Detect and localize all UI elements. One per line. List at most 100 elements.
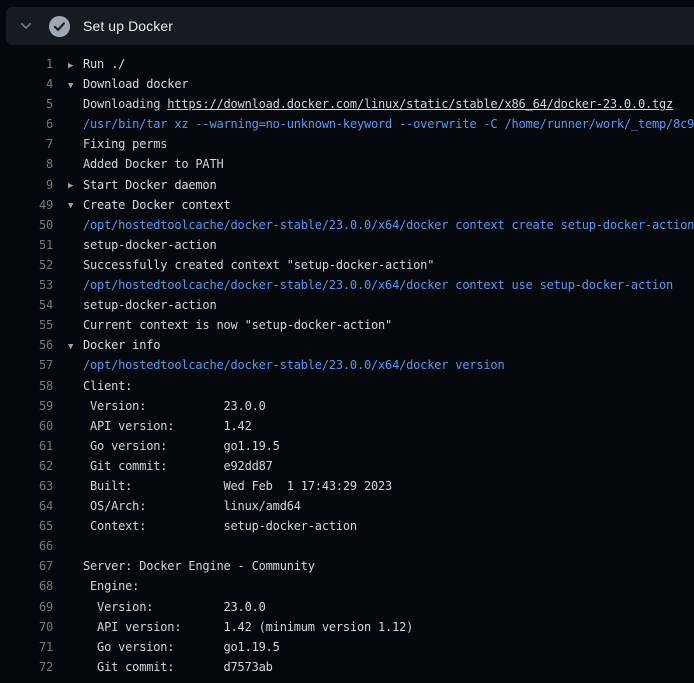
line-number[interactable]: 61	[0, 436, 53, 456]
line-number[interactable]: 62	[0, 456, 53, 476]
line-number[interactable]: 49	[0, 195, 53, 215]
log-text: Downloading https://download.docker.com/…	[53, 94, 673, 114]
line-number[interactable]: 72	[0, 657, 53, 677]
line-number[interactable]: 63	[0, 476, 53, 496]
log-text	[53, 536, 83, 556]
line-number[interactable]: 54	[0, 295, 53, 315]
log-row: 51setup-docker-action	[0, 235, 694, 255]
line-number[interactable]: 68	[0, 576, 53, 596]
line-number[interactable]: 57	[0, 355, 53, 375]
log-row: 58Client:	[0, 376, 694, 396]
log-text: Version: 23.0.0	[53, 396, 266, 416]
collapse-triangle-icon[interactable]: ▼	[68, 196, 78, 215]
log-row: 64 OS/Arch: linux/amd64	[0, 496, 694, 516]
check-circle-icon	[48, 15, 71, 38]
command-text: /opt/hostedtoolcache/docker-stable/23.0.…	[53, 275, 673, 295]
log-text: Engine:	[53, 576, 139, 596]
line-number[interactable]: 70	[0, 617, 53, 637]
group-label: Start Docker daemon	[83, 178, 216, 192]
log-text: Built: Wed Feb 1 17:43:29 2023	[53, 476, 392, 496]
log-group-row[interactable]: 49 ▼ Create Docker context	[0, 195, 694, 215]
line-number[interactable]: 53	[0, 275, 53, 295]
line-number[interactable]: 6	[0, 114, 53, 134]
log-text: ▶ Run ./	[53, 54, 125, 74]
log-row: 60 API version: 1.42	[0, 416, 694, 436]
group-label: Create Docker context	[83, 198, 231, 212]
log-text: setup-docker-action	[53, 295, 216, 315]
log-text: Server: Docker Engine - Community	[53, 556, 315, 576]
log-text: Added Docker to PATH	[53, 154, 224, 174]
log-group-row[interactable]: 56 ▼ Docker info	[0, 335, 694, 355]
line-number[interactable]: 66	[0, 536, 53, 556]
log-text: Current context is now "setup-docker-act…	[53, 315, 392, 335]
log-row: 62 Git commit: e92dd87	[0, 456, 694, 476]
line-number[interactable]: 59	[0, 396, 53, 416]
log-text: Git commit: e92dd87	[53, 456, 273, 476]
log-row: 69 Version: 23.0.0	[0, 597, 694, 617]
log-link[interactable]: https://download.docker.com/linux/static…	[167, 97, 673, 111]
collapse-triangle-icon[interactable]: ▼	[68, 337, 78, 356]
line-number[interactable]: 7	[0, 134, 53, 154]
line-number[interactable]: 56	[0, 335, 53, 355]
log-group-row[interactable]: 4 ▼ Download docker	[0, 74, 694, 94]
line-number[interactable]: 4	[0, 74, 53, 94]
log-text: ▼ Download docker	[53, 74, 188, 94]
log-row: 66	[0, 536, 694, 556]
line-number[interactable]: 5	[0, 94, 53, 114]
line-number[interactable]: 50	[0, 215, 53, 235]
command-text: /opt/hostedtoolcache/docker-stable/23.0.…	[53, 355, 504, 375]
log-row: 57/opt/hostedtoolcache/docker-stable/23.…	[0, 355, 694, 375]
log-text: Version: 23.0.0	[53, 597, 266, 617]
log-text: Successfully created context "setup-dock…	[53, 255, 434, 275]
log-row: 5Downloading https://download.docker.com…	[0, 94, 694, 114]
log-row: 50/opt/hostedtoolcache/docker-stable/23.…	[0, 215, 694, 235]
group-label: Download docker	[83, 77, 188, 91]
group-label: Docker info	[83, 338, 160, 352]
log-text: Fixing perms	[53, 134, 167, 154]
line-number[interactable]: 1	[0, 54, 53, 74]
line-number[interactable]: 65	[0, 516, 53, 536]
log-text: Go version: go1.19.5	[53, 637, 280, 657]
log-row: 68 Engine:	[0, 576, 694, 596]
expand-triangle-icon[interactable]: ▶	[68, 176, 78, 195]
line-number[interactable]: 69	[0, 597, 53, 617]
line-number[interactable]: 71	[0, 637, 53, 657]
log-row: 71 Go version: go1.19.5	[0, 637, 694, 657]
log-row: 59 Version: 23.0.0	[0, 396, 694, 416]
log-row: 67Server: Docker Engine - Community	[0, 556, 694, 576]
line-number[interactable]: 51	[0, 235, 53, 255]
command-text: /opt/hostedtoolcache/docker-stable/23.0.…	[53, 215, 694, 235]
line-number[interactable]: 9	[0, 175, 53, 195]
log-row: 72 Git commit: d7573ab	[0, 657, 694, 677]
collapse-triangle-icon[interactable]: ▼	[68, 76, 78, 95]
group-label: Run ./	[83, 57, 125, 71]
collapse-step-button[interactable]	[14, 14, 38, 38]
line-number[interactable]: 58	[0, 376, 53, 396]
log-row: 8Added Docker to PATH	[0, 154, 694, 174]
log-row: 7Fixing perms	[0, 134, 694, 154]
log-row: 65 Context: setup-docker-action	[0, 516, 694, 536]
step-title: Set up Docker	[83, 18, 173, 34]
step-header-bar[interactable]: Set up Docker	[6, 7, 694, 45]
log-row: 70 API version: 1.42 (minimum version 1.…	[0, 617, 694, 637]
log-text: ▶ Start Docker daemon	[53, 175, 216, 195]
log-text: OS/Arch: linux/amd64	[53, 496, 301, 516]
log-group-row[interactable]: 9 ▶ Start Docker daemon	[0, 175, 694, 195]
line-number[interactable]: 67	[0, 556, 53, 576]
log-group-row[interactable]: 1 ▶ Run ./	[0, 54, 694, 74]
line-number[interactable]: 52	[0, 255, 53, 275]
line-number[interactable]: 8	[0, 154, 53, 174]
line-number[interactable]: 60	[0, 416, 53, 436]
log-text: Context: setup-docker-action	[53, 516, 357, 536]
log-text: Git commit: d7573ab	[53, 657, 273, 677]
line-number[interactable]: 55	[0, 315, 53, 335]
log-row: 55Current context is now "setup-docker-a…	[0, 315, 694, 335]
line-number[interactable]: 64	[0, 496, 53, 516]
log-row: 54setup-docker-action	[0, 295, 694, 315]
log-text: API version: 1.42 (minimum version 1.12)	[53, 617, 413, 637]
log-text: setup-docker-action	[53, 235, 216, 255]
expand-triangle-icon[interactable]: ▶	[68, 56, 78, 75]
log-container: 1▶Run ./4▼Download docker5Downloading ht…	[0, 54, 694, 683]
log-text: Downloading	[83, 97, 167, 111]
log-text: ▼ Docker info	[53, 335, 160, 355]
